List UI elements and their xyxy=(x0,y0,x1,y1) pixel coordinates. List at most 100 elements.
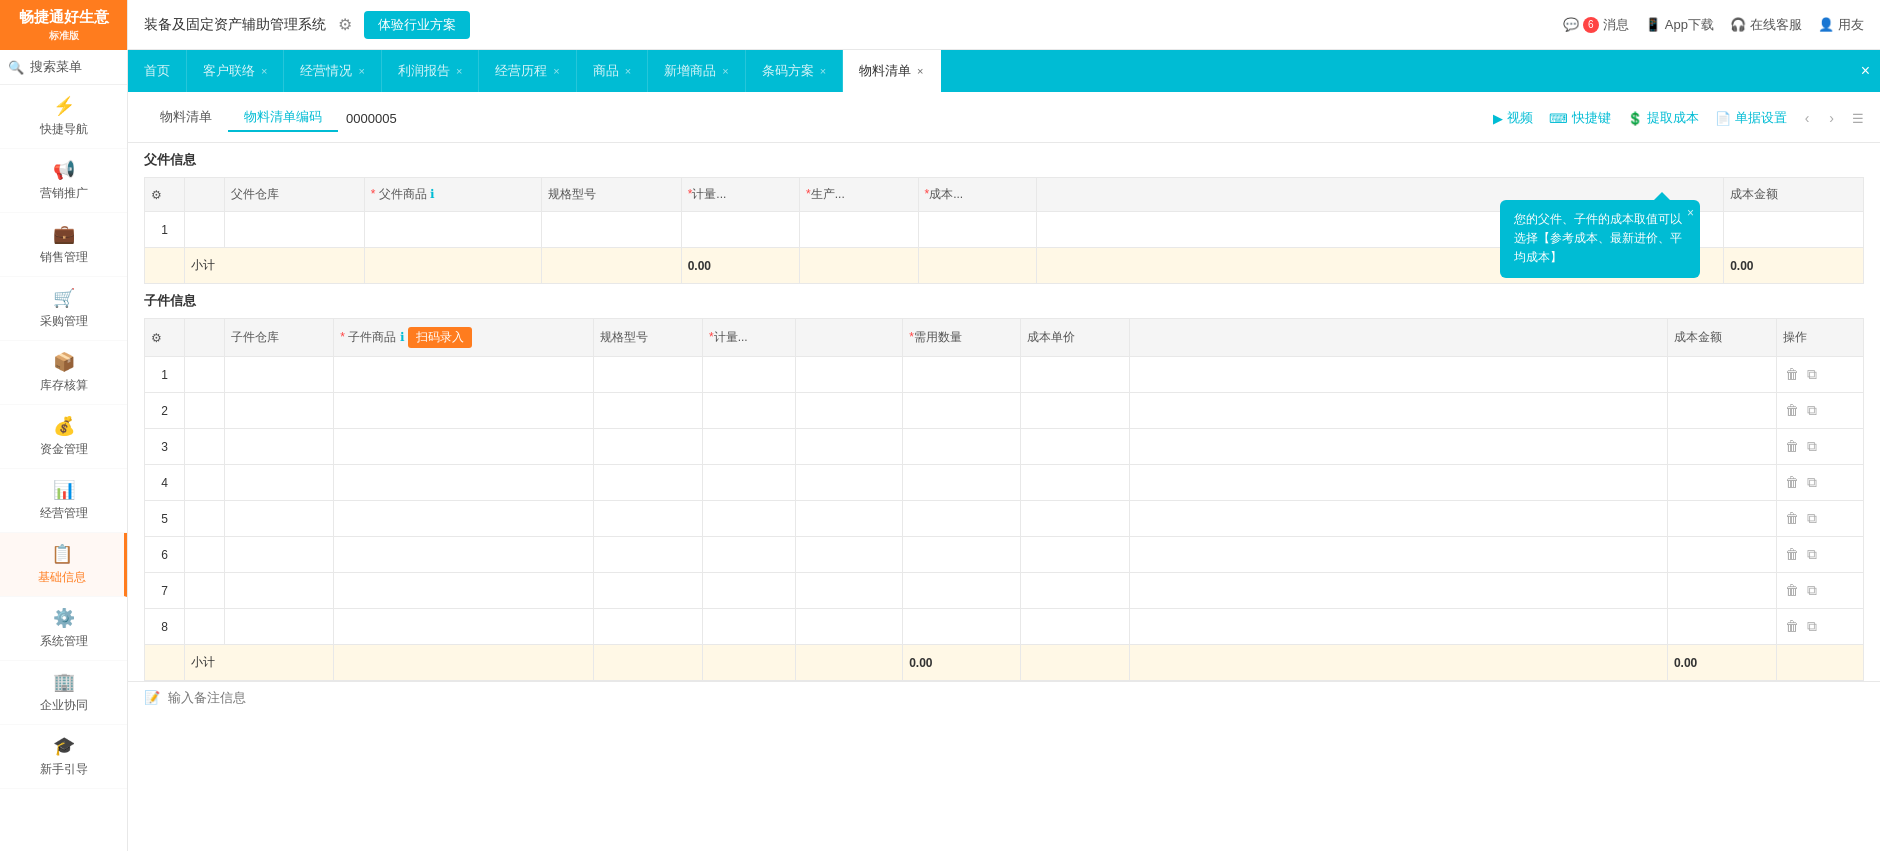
child-row-2-copy-btn[interactable]: ⧉ xyxy=(1805,400,1819,421)
child-row-1-warehouse[interactable] xyxy=(225,357,334,393)
child-row-7-copy-btn[interactable]: ⧉ xyxy=(1805,580,1819,601)
tab-customer-close[interactable]: × xyxy=(261,65,267,77)
trial-button[interactable]: 体验行业方案 xyxy=(364,11,470,39)
tab-new-goods-close[interactable]: × xyxy=(722,65,728,77)
tab-barcode-close[interactable]: × xyxy=(820,65,826,77)
child-row-7-spec[interactable] xyxy=(593,573,702,609)
layout-icon[interactable]: ☰ xyxy=(1852,111,1864,126)
online-service-item[interactable]: 🎧 在线客服 xyxy=(1730,16,1802,34)
child-row-4-measure[interactable] xyxy=(703,465,796,501)
tab-history-close[interactable]: × xyxy=(553,65,559,77)
single-settings-btn[interactable]: 📄 单据设置 xyxy=(1715,109,1787,127)
child-row-1-delete-btn[interactable]: 🗑 xyxy=(1783,364,1801,384)
child-row-7-cost-price[interactable] xyxy=(1020,573,1129,609)
tab-customer[interactable]: 客户联络 × xyxy=(187,50,284,92)
child-row-5-spec[interactable] xyxy=(593,501,702,537)
parent-col-settings[interactable]: ⚙ xyxy=(145,178,185,212)
nav-next[interactable]: › xyxy=(1827,110,1836,126)
tab-profit-close[interactable]: × xyxy=(456,65,462,77)
child-row-5-warehouse[interactable] xyxy=(225,501,334,537)
parent-row-1-spec[interactable] xyxy=(541,212,681,248)
child-row-6-copy-btn[interactable]: ⧉ xyxy=(1805,544,1819,565)
nav-prev[interactable]: ‹ xyxy=(1803,110,1812,126)
child-row-7-goods[interactable] xyxy=(334,573,593,609)
child-row-2-spec[interactable] xyxy=(593,393,702,429)
tab-barcode[interactable]: 条码方案 × xyxy=(746,50,843,92)
tab-operations-close[interactable]: × xyxy=(358,65,364,77)
tab-history[interactable]: 经营历程 × xyxy=(479,50,576,92)
child-row-5-cost-price[interactable] xyxy=(1020,501,1129,537)
child-row-7-delete-btn[interactable]: 🗑 xyxy=(1783,580,1801,600)
parent-row-1-production[interactable] xyxy=(800,212,918,248)
sidebar-item-finance[interactable]: 💰 资金管理 xyxy=(0,405,127,469)
child-col-settings[interactable]: ⚙ xyxy=(145,319,185,357)
sidebar-item-search[interactable]: 🔍 搜索菜单 xyxy=(0,50,127,85)
child-row-2-measure[interactable] xyxy=(703,393,796,429)
sidebar-item-enterprise[interactable]: 🏢 企业协同 xyxy=(0,661,127,725)
sidebar-item-purchase[interactable]: 🛒 采购管理 xyxy=(0,277,127,341)
child-row-8-goods[interactable] xyxy=(334,609,593,645)
child-row-4-required-qty[interactable] xyxy=(903,465,1021,501)
sidebar-item-marketing[interactable]: 📢 营销推广 xyxy=(0,149,127,213)
child-row-5-copy-btn[interactable]: ⧉ xyxy=(1805,508,1819,529)
child-row-3-goods[interactable] xyxy=(334,429,593,465)
tab-home[interactable]: 首页 xyxy=(128,50,187,92)
child-row-8-cost-price[interactable] xyxy=(1020,609,1129,645)
sidebar-item-guide[interactable]: 🎓 新手引导 xyxy=(0,725,127,789)
child-row-5-required-qty[interactable] xyxy=(903,501,1021,537)
sidebar-item-inventory[interactable]: 📦 库存核算 xyxy=(0,341,127,405)
child-row-3-required-qty[interactable] xyxy=(903,429,1021,465)
child-row-1-copy-btn[interactable]: ⧉ xyxy=(1805,364,1819,385)
child-row-5-measure[interactable] xyxy=(703,501,796,537)
scan-input-btn[interactable]: 扫码录入 xyxy=(408,327,472,348)
tab-new-goods[interactable]: 新增商品 × xyxy=(648,50,745,92)
child-row-3-delete-btn[interactable]: 🗑 xyxy=(1783,436,1801,456)
child-row-4-copy-btn[interactable]: ⧉ xyxy=(1805,472,1819,493)
parent-row-1-warehouse[interactable] xyxy=(225,212,365,248)
child-row-6-spec[interactable] xyxy=(593,537,702,573)
child-row-6-delete-btn[interactable]: 🗑 xyxy=(1783,544,1801,564)
app-download-item[interactable]: 📱 App下载 xyxy=(1645,16,1714,34)
sub-tab-bom-code[interactable]: 物料清单编码 xyxy=(228,104,338,132)
child-row-1-cost-price[interactable] xyxy=(1020,357,1129,393)
close-all-tabs[interactable]: × xyxy=(1851,62,1880,80)
child-row-6-measure[interactable] xyxy=(703,537,796,573)
settings-icon[interactable]: ⚙ xyxy=(338,15,352,34)
video-btn[interactable]: ▶ 视频 xyxy=(1493,109,1533,127)
child-row-5-delete-btn[interactable]: 🗑 xyxy=(1783,508,1801,528)
child-row-8-measure[interactable] xyxy=(703,609,796,645)
sidebar-item-quick-nav[interactable]: ⚡ 快捷导航 xyxy=(0,85,127,149)
child-row-4-cost-price[interactable] xyxy=(1020,465,1129,501)
tab-goods-close[interactable]: × xyxy=(625,65,631,77)
child-row-1-required-qty[interactable] xyxy=(903,357,1021,393)
tab-goods[interactable]: 商品 × xyxy=(577,50,648,92)
child-row-6-warehouse[interactable] xyxy=(225,537,334,573)
child-row-8-copy-btn[interactable]: ⧉ xyxy=(1805,616,1819,637)
parent-goods-info-icon[interactable]: ℹ xyxy=(430,187,435,201)
child-row-7-warehouse[interactable] xyxy=(225,573,334,609)
note-input[interactable] xyxy=(168,690,1864,705)
child-row-5-goods[interactable] xyxy=(334,501,593,537)
child-row-6-goods[interactable] xyxy=(334,537,593,573)
child-row-8-spec[interactable] xyxy=(593,609,702,645)
child-row-4-goods[interactable] xyxy=(334,465,593,501)
sidebar-item-sys-mgmt[interactable]: ⚙️ 系统管理 xyxy=(0,597,127,661)
tooltip-close-btn[interactable]: × xyxy=(1687,204,1694,223)
sub-tab-bom-list[interactable]: 物料清单 xyxy=(144,104,228,132)
child-row-3-copy-btn[interactable]: ⧉ xyxy=(1805,436,1819,457)
child-row-8-warehouse[interactable] xyxy=(225,609,334,645)
sidebar-item-basic-info[interactable]: 📋 基础信息 xyxy=(0,533,127,597)
child-row-8-delete-btn[interactable]: 🗑 xyxy=(1783,616,1801,636)
message-item[interactable]: 💬 6 消息 xyxy=(1563,16,1629,34)
sidebar-item-sales[interactable]: 💼 销售管理 xyxy=(0,213,127,277)
child-row-4-spec[interactable] xyxy=(593,465,702,501)
child-row-6-cost-price[interactable] xyxy=(1020,537,1129,573)
child-goods-info-icon[interactable]: ℹ xyxy=(400,330,405,344)
child-row-2-delete-btn[interactable]: 🗑 xyxy=(1783,400,1801,420)
child-row-1-goods[interactable] xyxy=(334,357,593,393)
child-row-4-warehouse[interactable] xyxy=(225,465,334,501)
parent-row-1-measure[interactable] xyxy=(681,212,799,248)
tab-bom[interactable]: 物料清单 × xyxy=(843,50,940,92)
child-row-3-measure[interactable] xyxy=(703,429,796,465)
sidebar-item-operations[interactable]: 📊 经营管理 xyxy=(0,469,127,533)
